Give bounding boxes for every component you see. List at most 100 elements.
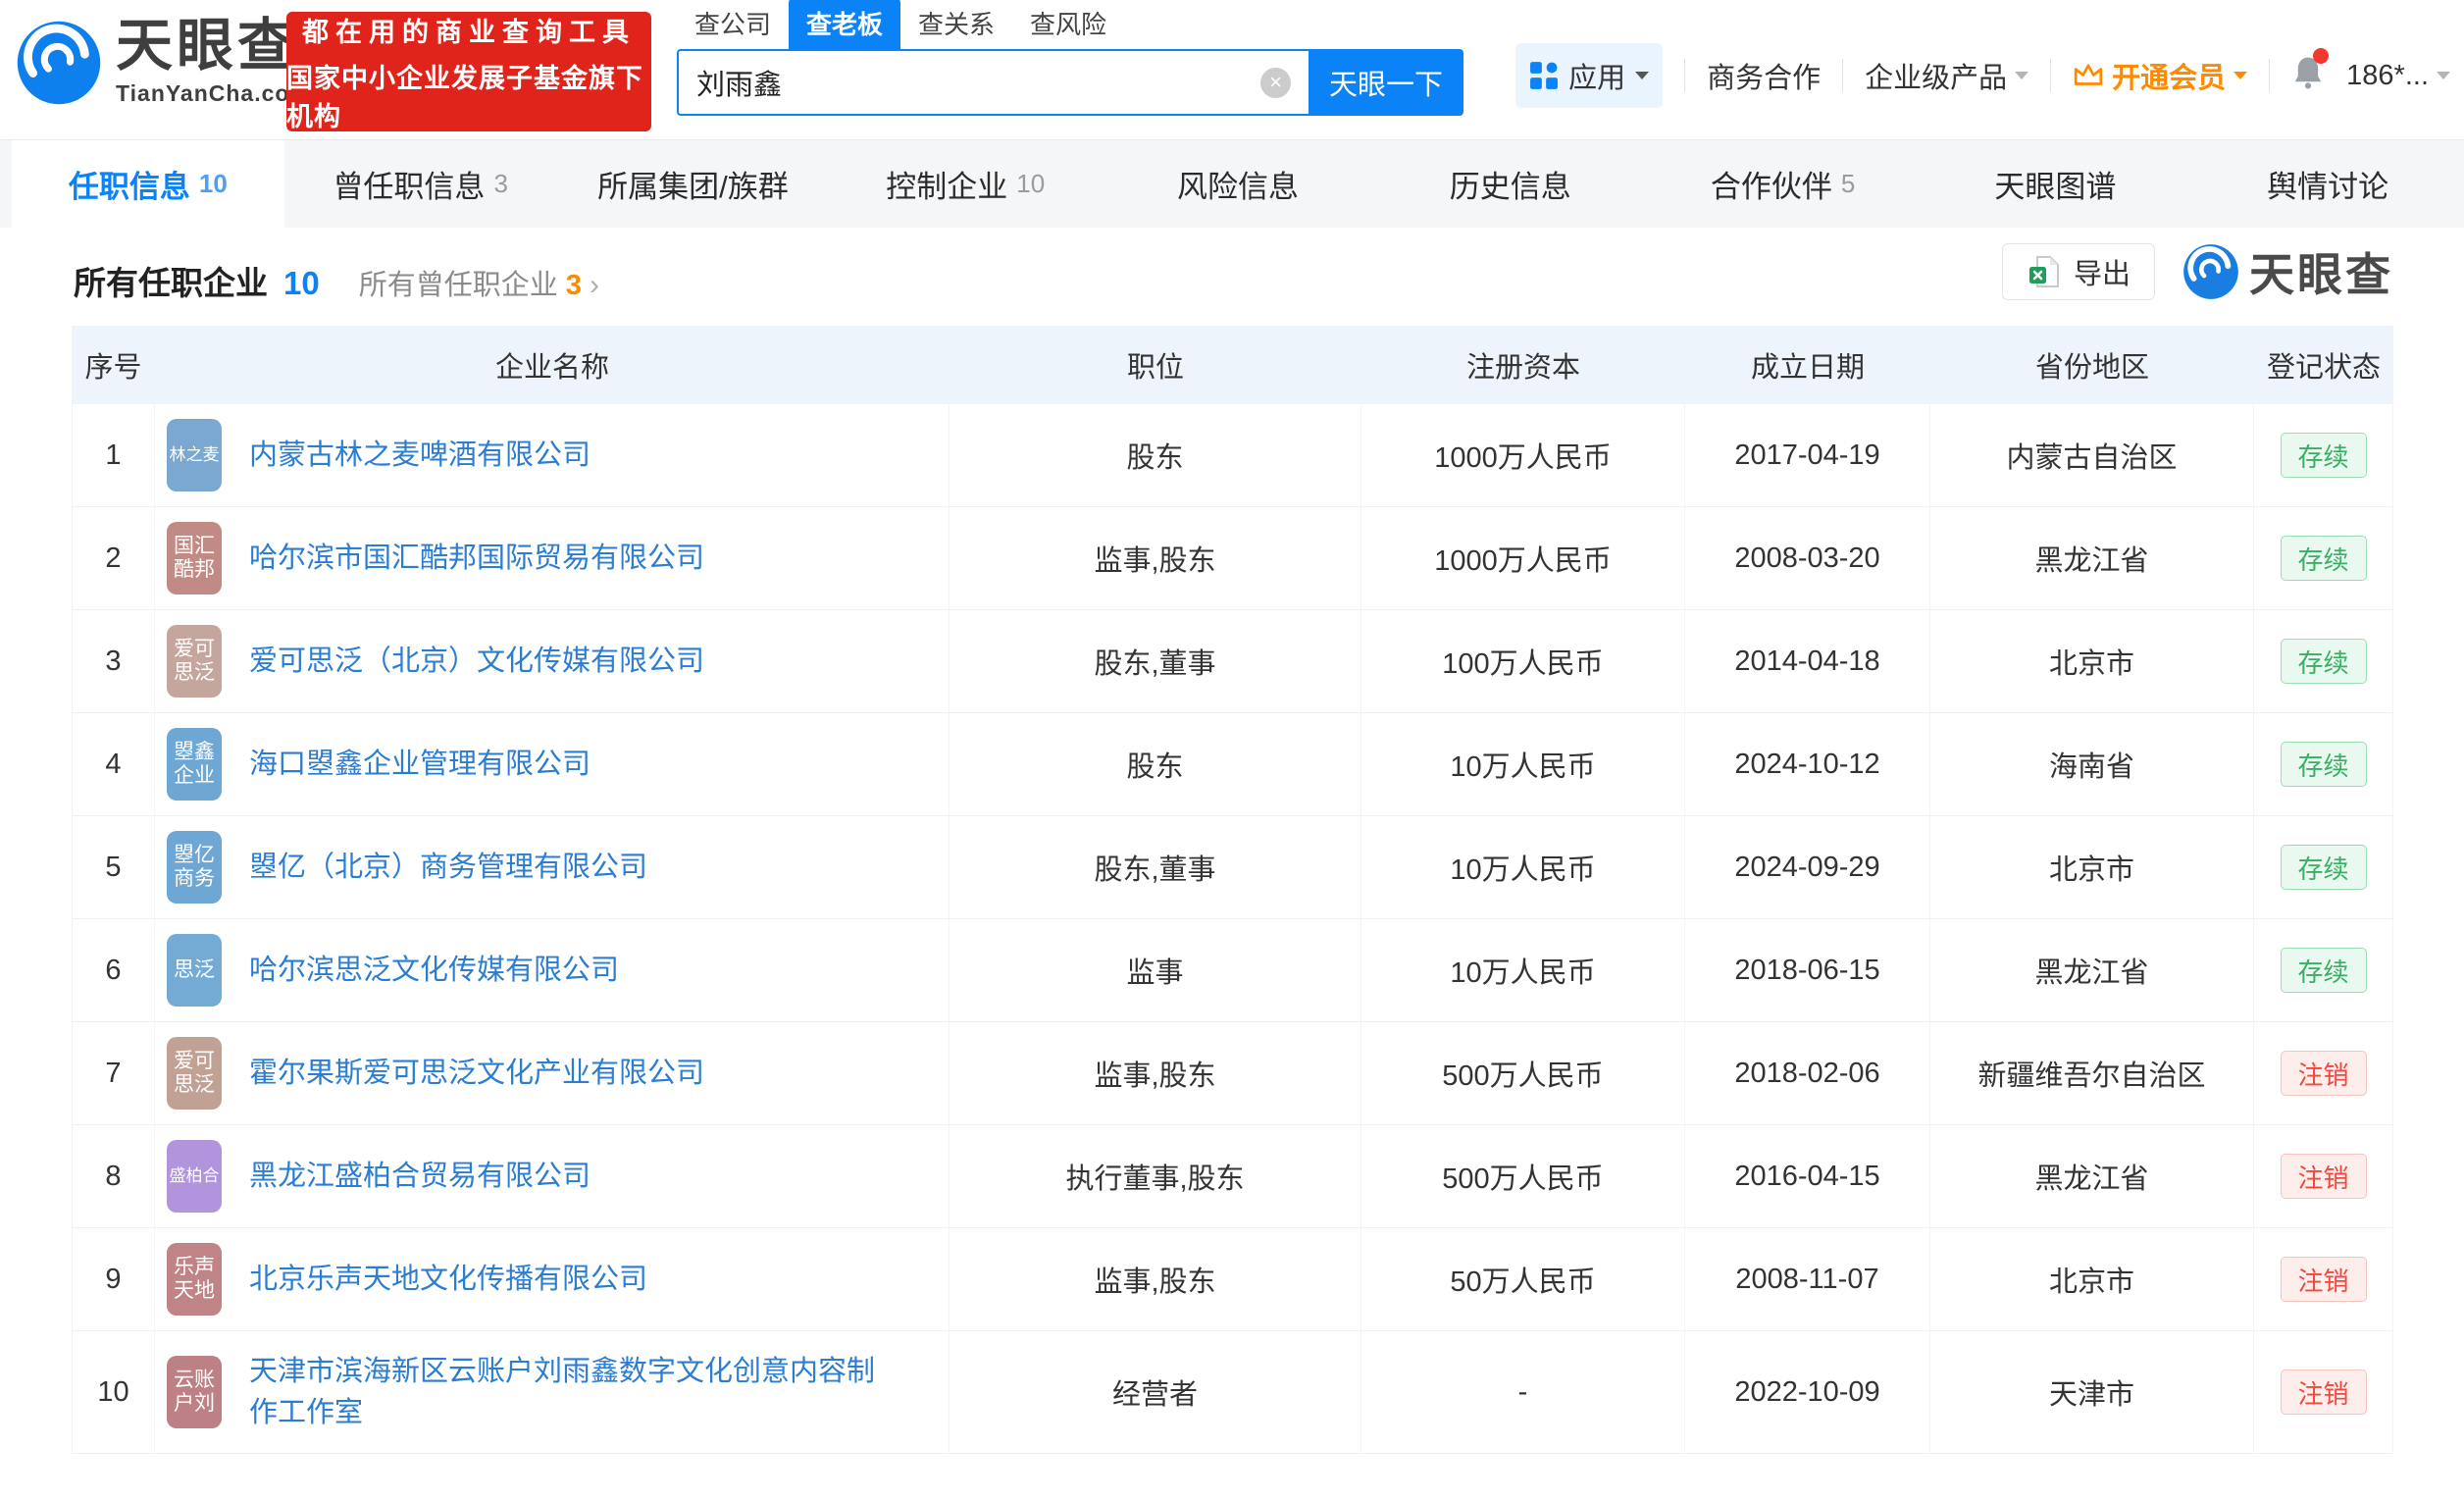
company-logo-badge[interactable]: 爱可 思泛	[167, 625, 222, 698]
detail-tab[interactable]: 风险信息	[1102, 140, 1374, 228]
company-name-link[interactable]: 曌亿（北京）商务管理有限公司	[249, 847, 647, 888]
capital-text: 500万人民币	[1442, 1163, 1604, 1195]
enterprise-label: 企业级产品	[1865, 63, 2008, 94]
nav-vip[interactable]: 开通会员	[2073, 55, 2248, 96]
region-text: 黑龙江省	[2034, 1163, 2149, 1195]
detail-tab[interactable]: 舆情讨论	[2191, 140, 2464, 228]
company-logo-badge[interactable]: 乐声 天地	[167, 1243, 222, 1316]
established-date-text: 2008-03-20	[1734, 542, 1880, 574]
status-badge: 注销	[2280, 1370, 2367, 1415]
row-index: 8	[105, 1160, 122, 1192]
tab-label: 舆情讨论	[2267, 170, 2389, 204]
search-input[interactable]: 刘雨鑫 ×	[677, 49, 1309, 116]
search-tabs: 查公司 查老板 查关系 查风险	[677, 0, 1463, 49]
col-header-region: 省份地区	[2034, 352, 2149, 384]
table-header-row: 序号 企业名称 职位 注册资本 成立日期 省份地区 登记状态	[72, 326, 2393, 404]
page-header: 天眼查 TianYanCha.com 都在用的商业查询工具 国家中小企业发展子基…	[0, 0, 2464, 139]
established-date-text: 2017-04-19	[1734, 439, 1880, 471]
region-text: 北京市	[2048, 648, 2134, 680]
capital-text: 500万人民币	[1442, 1060, 1604, 1092]
capital-text: 1000万人民币	[1434, 442, 1612, 474]
position-text: 执行董事,股东	[1065, 1163, 1245, 1195]
tab-label: 天眼图谱	[1994, 170, 2117, 204]
company-name-link[interactable]: 哈尔滨思泛文化传媒有限公司	[249, 950, 619, 991]
search-tab[interactable]: 查风险	[1012, 0, 1124, 49]
apps-menu[interactable]: 应用	[1515, 43, 1664, 108]
detail-tab[interactable]: 合作伙伴 5	[1647, 140, 1920, 228]
established-date-text: 2018-02-06	[1734, 1057, 1880, 1089]
company-name-link[interactable]: 霍尔果斯爱可思泛文化产业有限公司	[249, 1053, 704, 1094]
nav-enterprise[interactable]: 企业级产品	[1865, 55, 2029, 96]
col-header-no: 序号	[84, 352, 142, 384]
export-button[interactable]: 导出	[2001, 243, 2155, 300]
detail-tab[interactable]: 曾任职信息 3	[284, 140, 557, 228]
region-text: 天津市	[2048, 1379, 2134, 1411]
detail-tab[interactable]: 历史信息	[1374, 140, 1647, 228]
notifications-bell[interactable]	[2291, 48, 2330, 97]
established-date-text: 2018-06-15	[1734, 954, 1880, 986]
tab-label: 所属集团/族群	[597, 170, 789, 204]
top-nav: 应用 商务合作 企业级产品 开通会员 186*...	[1515, 43, 2450, 108]
position-text: 监事,股东	[1094, 1060, 1216, 1092]
company-logo-badge[interactable]: 爱可 思泛	[167, 1037, 222, 1110]
account-menu[interactable]: 186*...	[2346, 60, 2450, 92]
detail-tab[interactable]: 所属集团/族群	[557, 140, 830, 228]
detail-tab[interactable]: 控制企业 10	[829, 140, 1102, 228]
company-name-link[interactable]: 北京乐声天地文化传播有限公司	[249, 1259, 647, 1300]
positions-table: 序号 企业名称 职位 注册资本 成立日期 省份地区 登记状态 1 林之麦 内蒙古…	[72, 326, 2393, 1454]
search-tab[interactable]: 查关系	[900, 0, 1012, 49]
watermark-logo: 天眼查	[2182, 239, 2393, 304]
table-row: 2 国汇 酷邦 哈尔滨市国汇酷邦国际贸易有限公司 监事,股东 1000万人民币 2…	[72, 507, 2393, 610]
section-header: 所有任职企业 10 所有曾任职企业 3 › 导出 天眼查	[0, 228, 2464, 326]
company-name-link[interactable]: 内蒙古林之麦啤酒有限公司	[249, 435, 590, 476]
chevron-down-icon	[2015, 72, 2029, 79]
company-logo-badge[interactable]: 曌鑫 企业	[167, 728, 222, 801]
company-logo-badge[interactable]: 云账 户刘	[167, 1356, 222, 1428]
region-text: 内蒙古自治区	[2006, 442, 2178, 474]
detail-tab[interactable]: 天眼图谱	[1919, 140, 2191, 228]
row-index: 2	[105, 542, 122, 574]
table-row: 1 林之麦 内蒙古林之麦啤酒有限公司 股东 1000万人民币 2017-04-1…	[72, 404, 2393, 507]
search-tab[interactable]: 查公司	[677, 0, 789, 49]
table-row: 5 曌亿 商务 曌亿（北京）商务管理有限公司 股东,董事 10万人民币 2024-…	[72, 816, 2393, 919]
col-header-position: 职位	[1126, 352, 1184, 384]
section-title: 所有任职企业	[74, 265, 268, 301]
tianyancha-swirl-icon	[2183, 244, 2238, 299]
company-name-link[interactable]: 哈尔滨市国汇酷邦国际贸易有限公司	[249, 538, 704, 579]
row-index: 9	[105, 1263, 122, 1295]
capital-text: 50万人民币	[1450, 1266, 1596, 1298]
company-logo-badge[interactable]: 国汇 酷邦	[167, 522, 222, 594]
region-text: 新疆维吾尔自治区	[1977, 1060, 2206, 1092]
established-date-text: 2014-04-18	[1734, 645, 1880, 677]
chevron-down-icon	[1635, 72, 1650, 79]
banner-line2: 国家中小企业发展子基金旗下机构	[286, 63, 643, 131]
company-logo-badge[interactable]: 盛柏合	[167, 1140, 222, 1213]
company-logo-badge[interactable]: 林之麦	[167, 419, 222, 491]
site-logo[interactable]: 天眼查 TianYanCha.com	[16, 18, 311, 107]
company-name-link[interactable]: 天津市滨海新区云账户刘雨鑫数字文化创意内容制作工作室	[249, 1351, 897, 1433]
company-name-link[interactable]: 海口曌鑫企业管理有限公司	[249, 744, 590, 785]
former-positions-link[interactable]: 所有曾任职企业 3 ›	[359, 262, 599, 303]
search-tab[interactable]: 查老板	[789, 0, 901, 49]
company-name-link[interactable]: 爱可思泛（北京）文化传媒有限公司	[249, 641, 704, 682]
company-name-link[interactable]: 黑龙江盛柏合贸易有限公司	[249, 1156, 590, 1197]
search-button[interactable]: 天眼一下	[1309, 49, 1463, 116]
company-logo-badge[interactable]: 思泛	[167, 934, 222, 1007]
position-text: 股东	[1126, 751, 1184, 783]
nav-biz-coop[interactable]: 商务合作	[1707, 55, 1821, 96]
row-index: 1	[105, 439, 122, 471]
company-logo-badge[interactable]: 曌亿 商务	[167, 831, 222, 904]
capital-text: -	[1517, 1375, 1528, 1408]
account-label: 186*...	[2346, 59, 2429, 91]
table-row: 8 盛柏合 黑龙江盛柏合贸易有限公司 执行董事,股东 500万人民币 2016-…	[72, 1125, 2393, 1228]
clear-search-icon[interactable]: ×	[1260, 67, 1291, 98]
detail-tab-bar: 任职信息 10 曾任职信息 3 所属集团/族群 控制企业 10 风险信息 历史信…	[0, 139, 2464, 228]
status-badge: 注销	[2280, 1051, 2367, 1096]
position-text: 监事	[1126, 957, 1184, 989]
divider	[2050, 59, 2052, 92]
detail-tab[interactable]: 任职信息 10	[12, 140, 284, 228]
tab-count: 10	[1016, 169, 1046, 198]
region-text: 北京市	[2048, 1266, 2134, 1298]
tab-label: 曾任职信息	[333, 170, 486, 204]
table-row: 6 思泛 哈尔滨思泛文化传媒有限公司 监事 10万人民币 2018-06-15 …	[72, 919, 2393, 1022]
